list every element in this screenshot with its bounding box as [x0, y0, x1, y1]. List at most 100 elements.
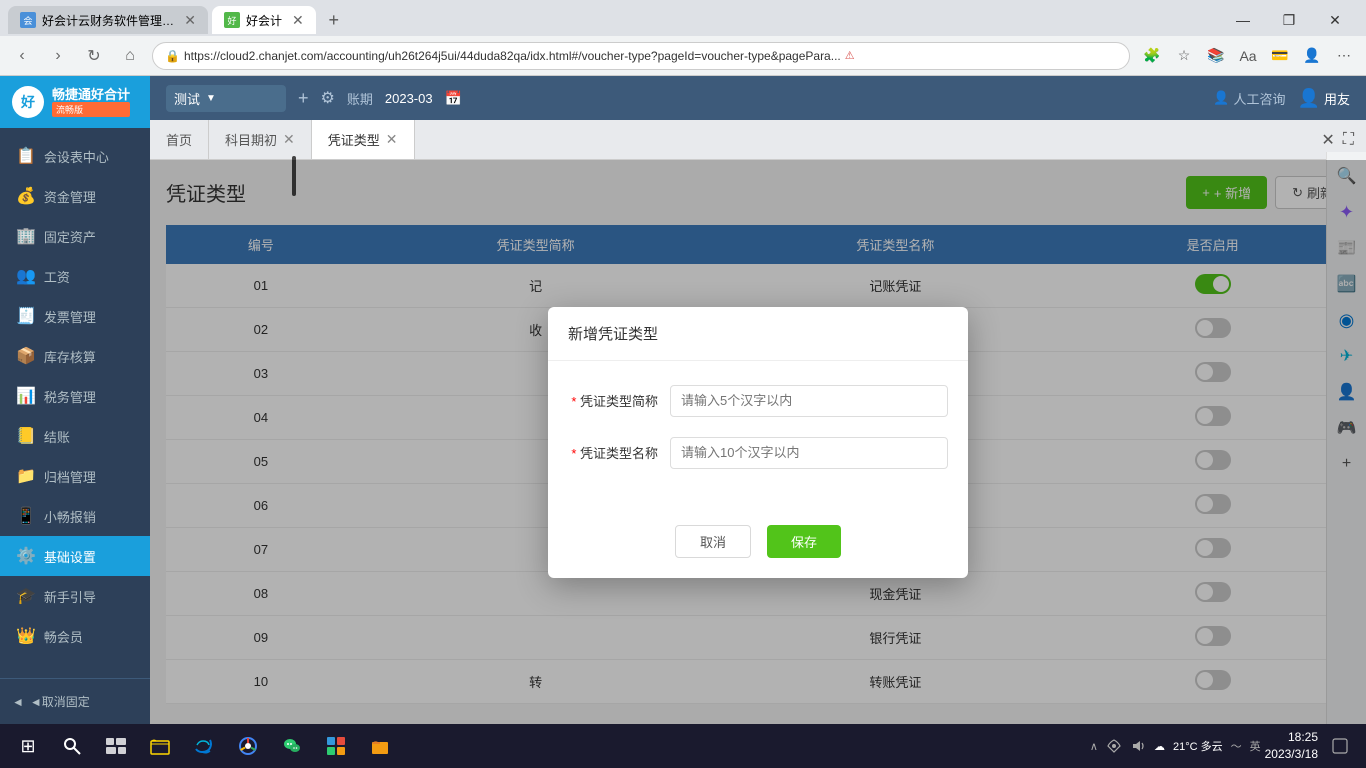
tab-subject-init[interactable]: 科目期初 ✕	[209, 120, 312, 159]
calendar-icon[interactable]: 📅	[445, 90, 462, 107]
form-row-name: * 凭证类型名称	[568, 437, 948, 469]
unpin-label: ◄取消固定	[30, 693, 90, 710]
sidebar-item-closing[interactable]: 📒 结账	[0, 416, 150, 456]
sidebar-item-inventory[interactable]: 📦 库存核算	[0, 336, 150, 376]
close-all-icon[interactable]: ✕	[1321, 130, 1334, 150]
invoice-icon: 🧾	[16, 306, 36, 326]
clock-time: 18:25	[1265, 729, 1318, 746]
taskbar-task-view[interactable]	[96, 728, 136, 764]
tab-subject-init-close[interactable]: ✕	[283, 131, 295, 148]
taskbar-edge[interactable]	[184, 728, 224, 764]
taskbar-wechat[interactable]	[272, 728, 312, 764]
taskbar-files[interactable]	[360, 728, 400, 764]
cancel-button[interactable]: 取消	[675, 525, 751, 558]
sidebar-item-assets[interactable]: 🏢 固定资产	[0, 216, 150, 256]
immersive-reader-btn[interactable]: Aa	[1234, 42, 1262, 70]
close-button[interactable]: ✕	[1312, 2, 1358, 38]
browser-tab-1[interactable]: 会 好会计云财务软件管理系统_会计 ✕	[8, 6, 208, 34]
hidden-icons[interactable]: ∧	[1090, 740, 1098, 753]
notification-center[interactable]	[1322, 728, 1358, 764]
tab-favicon-1: 会	[20, 12, 36, 28]
home-button[interactable]: ⌂	[116, 42, 144, 70]
profile-btn[interactable]: 👤	[1298, 42, 1326, 70]
expand-icon[interactable]: ⛶	[1343, 131, 1354, 149]
abbr-input[interactable]	[670, 385, 948, 417]
tab-voucher-type[interactable]: 凭证类型 ✕	[312, 120, 415, 159]
sidebar-item-funds-label: 资金管理	[44, 187, 96, 206]
reload-button[interactable]: ↻	[80, 42, 108, 70]
abbr-label: * 凭证类型简称	[568, 391, 658, 410]
sidebar-item-settings[interactable]: ⚙️ 基础设置	[0, 536, 150, 576]
company-name: 测试	[174, 89, 200, 108]
settings-icon: ⚙️	[16, 546, 36, 566]
save-button[interactable]: 保存	[767, 525, 841, 558]
logo-text: 畅捷通好合计	[52, 87, 130, 103]
guide-icon: 🎓	[16, 586, 36, 606]
modal-body: * 凭证类型简称 * 凭证类型名称	[548, 361, 968, 513]
network-icon	[1106, 738, 1122, 754]
sidebar-item-closing-label: 结账	[44, 427, 70, 446]
reports-icon: 📋	[16, 146, 36, 166]
sidebar-item-reports[interactable]: 📋 会设表中心	[0, 136, 150, 176]
name-input[interactable]	[670, 437, 948, 469]
modal-overlay: 新增凭证类型 * 凭证类型简称 * 凭证类型名称	[150, 160, 1366, 724]
new-tab-button[interactable]: +	[320, 6, 348, 34]
taskbar-search[interactable]	[52, 728, 92, 764]
taskbar-chrome[interactable]	[228, 728, 268, 764]
tab-close-1[interactable]: ✕	[184, 12, 196, 29]
company-selector[interactable]: 测试 ▼	[166, 85, 286, 112]
archive-icon: 📁	[16, 466, 36, 486]
sidebar-item-invoice[interactable]: 🧾 发票管理	[0, 296, 150, 336]
user-label: 用友	[1324, 89, 1350, 108]
lock-icon: 🔒	[165, 49, 180, 63]
sidebar-item-expense[interactable]: 📱 小畅报销	[0, 496, 150, 536]
abbr-label-text: 凭证类型简称	[580, 394, 658, 409]
window-controls: — ❐ ✕	[1220, 2, 1358, 38]
consult-icon: 👤	[1213, 90, 1229, 106]
form-row-abbr: * 凭证类型简称	[568, 385, 948, 417]
sidebar-item-guide[interactable]: 🎓 新手引导	[0, 576, 150, 616]
tab-voucher-type-close[interactable]: ✕	[386, 131, 398, 148]
sidebar-item-tax[interactable]: 📊 税务管理	[0, 376, 150, 416]
start-button[interactable]: ⊞	[8, 728, 48, 764]
extensions-btn[interactable]: 🧩	[1138, 42, 1166, 70]
modal-title: 新增凭证类型	[568, 323, 658, 344]
collection-btn[interactable]: 📚	[1202, 42, 1230, 70]
address-bar[interactable]: 🔒 https://cloud2.chanjet.com/accounting/…	[152, 42, 1130, 70]
user-button[interactable]: 👤 用友	[1298, 88, 1350, 109]
settings-more-btn[interactable]: ⋯	[1330, 42, 1358, 70]
inventory-icon: 📦	[16, 346, 36, 366]
sidebar-item-funds[interactable]: 💰 资金管理	[0, 176, 150, 216]
tab-close-2[interactable]: ✕	[292, 12, 304, 29]
minimize-button[interactable]: —	[1220, 2, 1266, 38]
taskbar-appstore[interactable]	[316, 728, 356, 764]
logo-badge: 流畅版	[52, 102, 130, 117]
temperature: 21°C 多云	[1173, 738, 1223, 754]
alert-icon: ⚠	[845, 49, 855, 62]
sidebar-item-reports-label: 会设表中心	[44, 147, 109, 166]
taskbar-explorer[interactable]	[140, 728, 180, 764]
tab-home[interactable]: 首页	[150, 120, 209, 159]
expense-icon: 📱	[16, 506, 36, 526]
wallet-btn[interactable]: 💳	[1266, 42, 1294, 70]
favorites-btn[interactable]: ☆	[1170, 42, 1198, 70]
period-label: 账期	[347, 89, 373, 108]
name-label: * 凭证类型名称	[568, 443, 658, 462]
sidebar-item-member[interactable]: 👑 畅会员	[0, 616, 150, 656]
back-button[interactable]: ‹	[8, 42, 36, 70]
browser-tab-2[interactable]: 好 好会计 ✕	[212, 6, 316, 34]
modal-footer: 取消 保存	[548, 513, 968, 578]
settings-button[interactable]: ⚙	[321, 88, 335, 108]
sidebar-item-archive[interactable]: 📁 归档管理	[0, 456, 150, 496]
sidebar-item-salary[interactable]: 👥 工资	[0, 256, 150, 296]
salary-icon: 👥	[16, 266, 36, 286]
consult-button[interactable]: 👤 人工咨询	[1213, 89, 1285, 108]
sidebar-item-invoice-label: 发票管理	[44, 307, 96, 326]
sidebar-item-archive-label: 归档管理	[44, 467, 96, 486]
add-company-button[interactable]: +	[298, 88, 309, 109]
unpin-icon: ◄	[12, 695, 24, 709]
unpin-sidebar-button[interactable]: ◄ ◄取消固定	[12, 687, 138, 716]
sidebar-item-member-label: 畅会员	[44, 627, 83, 646]
forward-button[interactable]: ›	[44, 42, 72, 70]
maximize-button[interactable]: ❐	[1266, 2, 1312, 38]
